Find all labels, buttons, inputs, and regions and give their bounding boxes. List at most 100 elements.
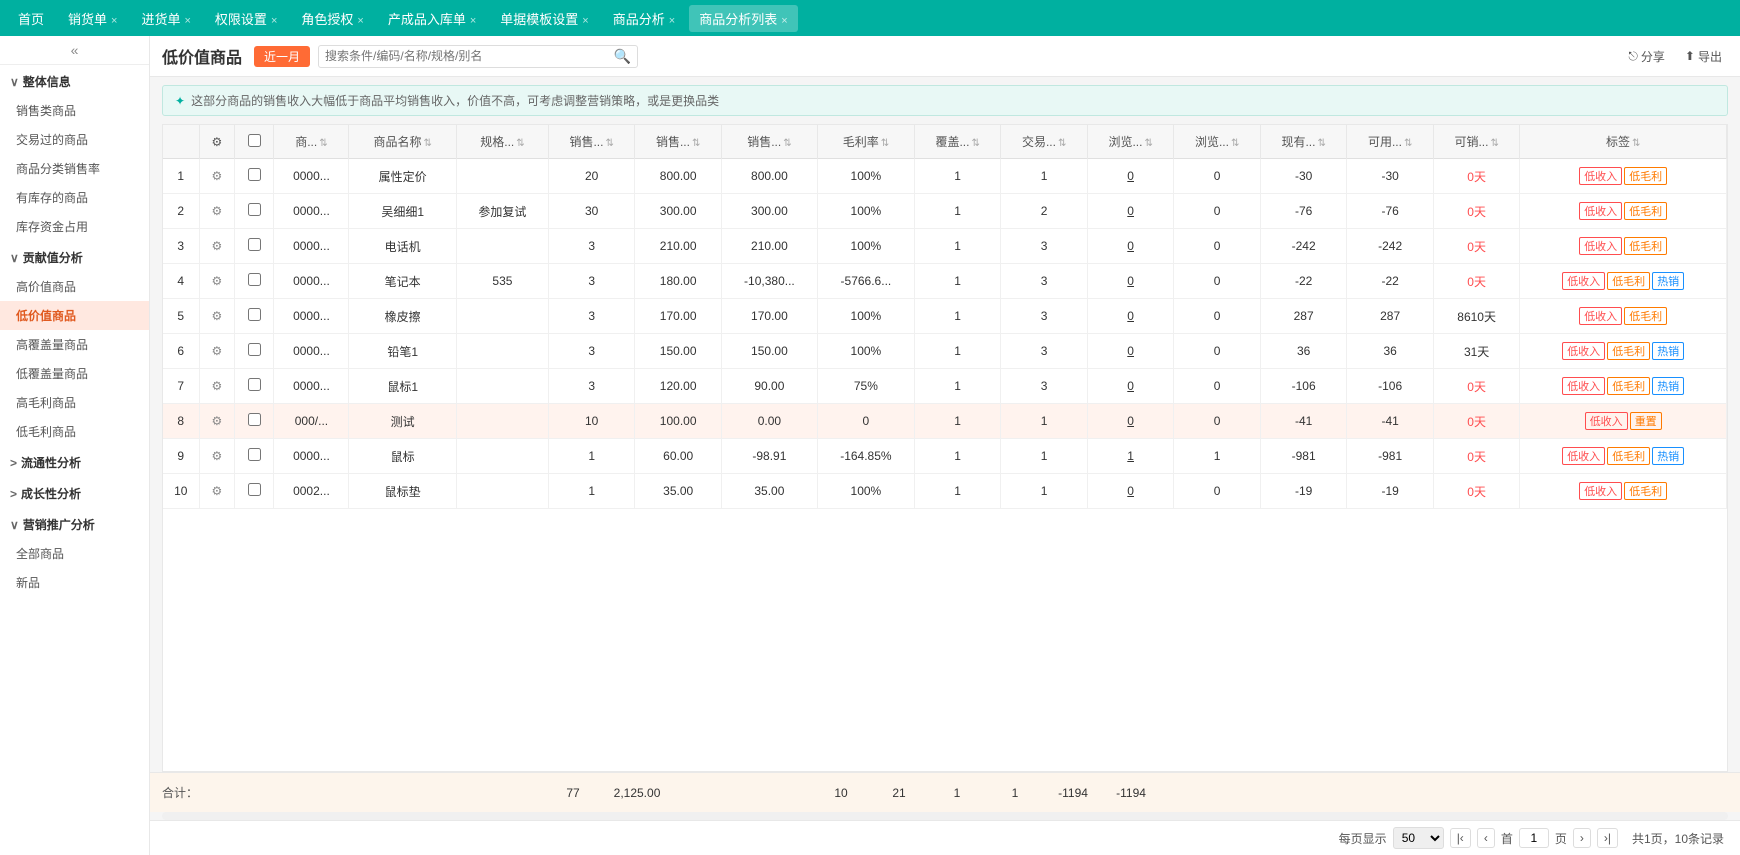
first-page-button[interactable]: |‹ <box>1450 828 1471 848</box>
sidebar-item-全部商品[interactable]: 全部商品 <box>0 539 149 568</box>
nav-item-首页[interactable]: 首页 <box>8 5 54 32</box>
row-checkbox[interactable] <box>248 273 261 286</box>
row-settings[interactable]: ⚙ <box>199 299 235 334</box>
page-number-input[interactable] <box>1519 828 1549 848</box>
row-checkbox-cell[interactable] <box>235 159 274 194</box>
col-header-tags[interactable]: 标签⇅ <box>1520 125 1727 159</box>
col-header-saleable[interactable]: 可销...⇅ <box>1433 125 1520 159</box>
row-gear-icon[interactable]: ⚙ <box>212 239 223 253</box>
row-settings[interactable]: ⚙ <box>199 439 235 474</box>
row-browse1[interactable]: 0 <box>1087 369 1174 404</box>
collapse-icon[interactable]: « <box>71 42 79 58</box>
row-checkbox-cell[interactable] <box>235 194 274 229</box>
row-checkbox[interactable] <box>248 483 261 496</box>
close-icon[interactable]: × <box>111 15 117 27</box>
row-settings[interactable]: ⚙ <box>199 334 235 369</box>
page-size-select[interactable]: 50 100 <box>1393 827 1444 849</box>
col-header-sales2[interactable]: 销售...⇅ <box>635 125 722 159</box>
row-gear-icon[interactable]: ⚙ <box>212 449 223 463</box>
row-checkbox[interactable] <box>248 343 261 356</box>
col-header-cover[interactable]: 覆盖...⇅ <box>914 125 1001 159</box>
export-button[interactable]: ⬆ 导出 <box>1679 46 1728 67</box>
close-icon[interactable]: × <box>271 15 277 27</box>
sidebar-item-交易过的商品[interactable]: 交易过的商品 <box>0 125 149 154</box>
sidebar-item-低毛利商品[interactable]: 低毛利商品 <box>0 417 149 446</box>
col-header-browse1[interactable]: 浏览...⇅ <box>1087 125 1174 159</box>
close-icon[interactable]: × <box>357 15 363 27</box>
row-browse1[interactable]: 0 <box>1087 334 1174 369</box>
sidebar-section-流通性分析[interactable]: >流通性分析 <box>0 446 149 477</box>
row-gear-icon[interactable]: ⚙ <box>212 484 223 498</box>
row-browse1[interactable]: 0 <box>1087 229 1174 264</box>
row-checkbox-cell[interactable] <box>235 299 274 334</box>
row-checkbox[interactable] <box>248 203 261 216</box>
sidebar-item-有库存的商品[interactable]: 有库存的商品 <box>0 183 149 212</box>
browse1-link[interactable]: 1 <box>1127 449 1134 463</box>
row-settings[interactable]: ⚙ <box>199 404 235 439</box>
browse1-link[interactable]: 0 <box>1127 204 1134 218</box>
sidebar-item-库存资金占用[interactable]: 库存资金占用 <box>0 212 149 241</box>
nav-item-商品分析列表[interactable]: 商品分析列表× <box>689 5 797 32</box>
col-header-available[interactable]: 可用...⇅ <box>1347 125 1434 159</box>
row-checkbox-cell[interactable] <box>235 474 274 509</box>
row-browse1[interactable]: 1 <box>1087 439 1174 474</box>
row-browse1[interactable]: 0 <box>1087 264 1174 299</box>
select-all-checkbox[interactable] <box>248 134 261 147</box>
row-browse1[interactable]: 0 <box>1087 404 1174 439</box>
sidebar-item-高毛利商品[interactable]: 高毛利商品 <box>0 388 149 417</box>
last-page-button[interactable]: ›| <box>1597 828 1618 848</box>
nav-item-单据模板设置[interactable]: 单据模板设置× <box>490 5 598 32</box>
row-settings[interactable]: ⚙ <box>199 369 235 404</box>
row-gear-icon[interactable]: ⚙ <box>212 204 223 218</box>
filter-button[interactable]: 近一月 <box>254 46 310 67</box>
col-header-code[interactable]: 商...⇅ <box>274 125 349 159</box>
sidebar-item-商品分类销售率[interactable]: 商品分类销售率 <box>0 154 149 183</box>
nav-item-销货单[interactable]: 销货单× <box>58 5 127 32</box>
nav-item-角色授权[interactable]: 角色授权× <box>291 5 373 32</box>
row-gear-icon[interactable]: ⚙ <box>212 274 223 288</box>
row-checkbox-cell[interactable] <box>235 264 274 299</box>
sidebar-section-营销推广分析[interactable]: ∨营销推广分析 <box>0 508 149 539</box>
next-page-button[interactable]: › <box>1573 828 1591 848</box>
col-header-name[interactable]: 商品名称⇅ <box>349 125 457 159</box>
close-icon[interactable]: × <box>582 15 588 27</box>
close-icon[interactable]: × <box>470 15 476 27</box>
row-checkbox[interactable] <box>248 308 261 321</box>
sidebar-item-低覆盖量商品[interactable]: 低覆盖量商品 <box>0 359 149 388</box>
row-checkbox[interactable] <box>248 413 261 426</box>
sidebar-item-高价值商品[interactable]: 高价值商品 <box>0 272 149 301</box>
sidebar-item-新品[interactable]: 新品 <box>0 568 149 597</box>
row-checkbox-cell[interactable] <box>235 404 274 439</box>
browse1-link[interactable]: 0 <box>1127 414 1134 428</box>
prev-page-button[interactable]: ‹ <box>1477 828 1495 848</box>
close-icon[interactable]: × <box>781 15 787 27</box>
row-checkbox-cell[interactable] <box>235 334 274 369</box>
row-gear-icon[interactable]: ⚙ <box>212 414 223 428</box>
col-header-spec[interactable]: 规格...⇅ <box>456 125 548 159</box>
sidebar-item-销售类商品[interactable]: 销售类商品 <box>0 96 149 125</box>
row-gear-icon[interactable]: ⚙ <box>212 344 223 358</box>
sidebar-section-成长性分析[interactable]: >成长性分析 <box>0 477 149 508</box>
row-checkbox-cell[interactable] <box>235 439 274 474</box>
close-icon[interactable]: × <box>184 15 190 27</box>
browse1-link[interactable]: 0 <box>1127 344 1134 358</box>
col-header-margin[interactable]: 毛利率⇅ <box>817 125 914 159</box>
row-browse1[interactable]: 0 <box>1087 474 1174 509</box>
nav-item-产成品入库单[interactable]: 产成品入库单× <box>378 5 486 32</box>
horizontal-scrollbar[interactable] <box>162 812 1728 820</box>
col-header-trade[interactable]: 交易...⇅ <box>1001 125 1088 159</box>
col-header-current[interactable]: 现有...⇅ <box>1260 125 1347 159</box>
row-browse1[interactable]: 0 <box>1087 299 1174 334</box>
browse1-link[interactable]: 0 <box>1127 274 1134 288</box>
sidebar-item-低价值商品[interactable]: 低价值商品 <box>0 301 149 330</box>
browse1-link[interactable]: 0 <box>1127 379 1134 393</box>
row-checkbox[interactable] <box>248 378 261 391</box>
col-header-browse2[interactable]: 浏览...⇅ <box>1174 125 1261 159</box>
browse1-link[interactable]: 0 <box>1127 239 1134 253</box>
close-icon[interactable]: × <box>669 15 675 27</box>
row-checkbox[interactable] <box>248 448 261 461</box>
row-checkbox[interactable] <box>248 168 261 181</box>
nav-item-进货单[interactable]: 进货单× <box>131 5 200 32</box>
col-header-sales3[interactable]: 销售...⇅ <box>721 125 817 159</box>
share-button[interactable]: ⎋ 分享 <box>1622 46 1671 67</box>
